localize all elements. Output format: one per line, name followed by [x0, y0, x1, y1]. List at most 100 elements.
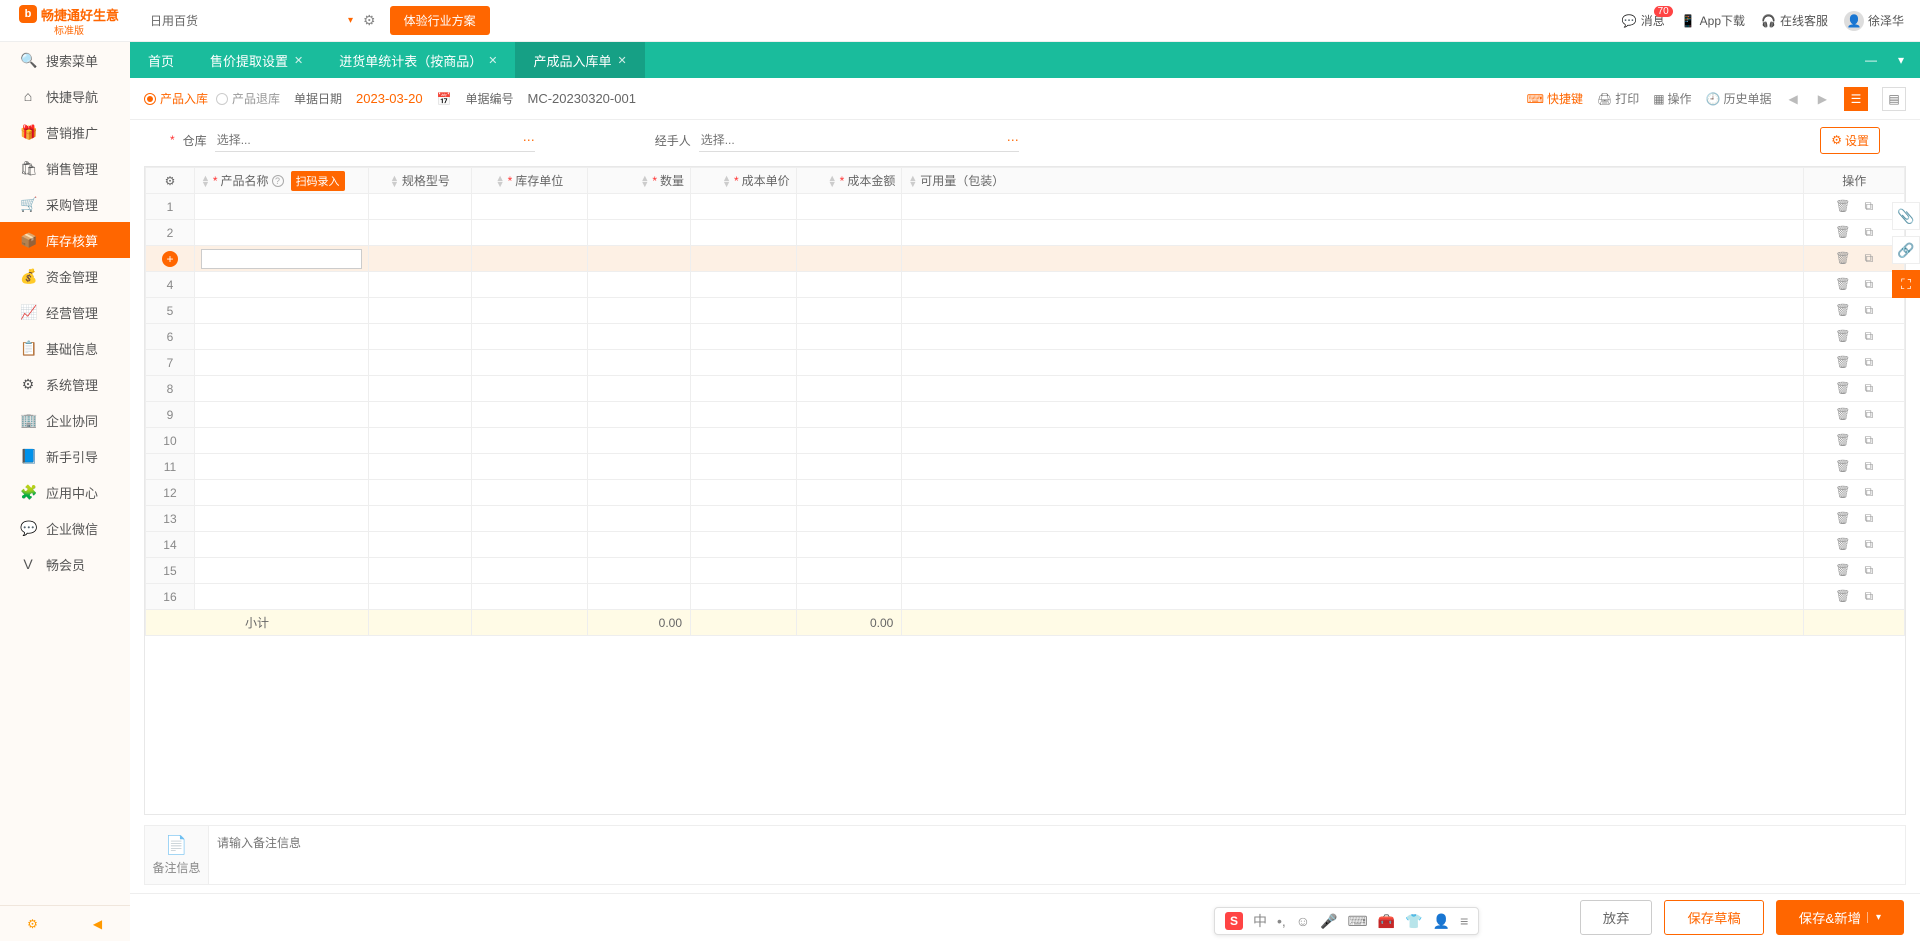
table-row[interactable]: 10🗑⧉ — [146, 428, 1905, 454]
sidebar-item-2[interactable]: 🎁营销推广 — [0, 114, 130, 150]
table-row[interactable]: + 🗑 ⧉ — [146, 246, 1905, 272]
print-button[interactable]: 🖨 打印 — [1597, 90, 1639, 107]
col-spec[interactable]: ▲▼规格型号 — [368, 168, 471, 194]
copy-icon[interactable]: ⧉ — [1865, 199, 1874, 214]
sidebar-item-0[interactable]: 🔍搜索菜单 — [0, 42, 130, 78]
industry-selector[interactable]: 日用百货 ▾ — [150, 12, 353, 29]
delete-icon[interactable]: 🗑 — [1835, 485, 1850, 500]
col-amount[interactable]: ▲▼*成本金额 — [796, 168, 902, 194]
rail-expand-button[interactable]: ⛶ — [1892, 270, 1920, 298]
tabs-more-button[interactable]: ▾ — [1888, 47, 1914, 73]
rail-link-button[interactable]: 🔗 — [1892, 236, 1920, 264]
add-row-button[interactable]: + — [162, 251, 178, 267]
ime-menu-icon[interactable]: ≡ — [1460, 913, 1468, 929]
messages-button[interactable]: 💬 消息 70 — [1622, 12, 1665, 29]
ime-punct-icon[interactable]: •, — [1277, 913, 1286, 929]
sidebar-item-12[interactable]: 🧩应用中心 — [0, 474, 130, 510]
hotkey-button[interactable]: ⌨ 快捷键 — [1527, 90, 1583, 107]
sidebar-item-8[interactable]: 📋基础信息 — [0, 330, 130, 366]
sidebar-item-3[interactable]: 🛍销售管理 — [0, 150, 130, 186]
sidebar-item-13[interactable]: 💬企业微信 — [0, 510, 130, 546]
ime-skin-icon[interactable]: 👕 — [1405, 913, 1422, 930]
delete-icon[interactable]: 🗑 — [1835, 381, 1850, 396]
tab-0[interactable]: 首页 — [130, 42, 192, 78]
table-row[interactable]: 2🗑⧉ — [146, 220, 1905, 246]
delete-icon[interactable]: 🗑 — [1835, 355, 1850, 370]
ime-emoji-icon[interactable]: ☺ — [1296, 913, 1310, 929]
tab-1[interactable]: 售价提取设置✕ — [192, 42, 321, 78]
close-icon[interactable]: ✕ — [294, 54, 303, 67]
sidebar-collapse-button[interactable]: ◀ — [65, 906, 130, 941]
sidebar-item-6[interactable]: 💰资金管理 — [0, 258, 130, 294]
rail-attach-button[interactable]: 📎 — [1892, 202, 1920, 230]
save-draft-button[interactable]: 保存草稿 — [1664, 900, 1763, 935]
close-icon[interactable]: ✕ — [618, 54, 627, 67]
copy-icon[interactable]: ⧉ — [1865, 277, 1874, 292]
copy-icon[interactable]: ⧉ — [1865, 251, 1874, 266]
table-row[interactable]: 4🗑⧉ — [146, 272, 1905, 298]
sidebar-item-5[interactable]: 📦库存核算 — [0, 222, 130, 258]
ime-tools-icon[interactable]: 🧰 — [1378, 913, 1395, 930]
remarks-input[interactable] — [209, 826, 1905, 884]
try-industry-button[interactable]: 体验行业方案 — [390, 6, 490, 35]
delete-icon[interactable]: 🗑 — [1835, 199, 1850, 214]
product-input[interactable] — [201, 249, 362, 269]
delete-icon[interactable]: 🗑 — [1835, 537, 1850, 552]
copy-icon[interactable]: ⧉ — [1865, 511, 1874, 526]
history-button[interactable]: 🕘 历史单据 — [1706, 90, 1772, 107]
handler-select[interactable] — [699, 129, 1019, 152]
copy-icon[interactable]: ⧉ — [1865, 303, 1874, 318]
col-config[interactable]: ⚙ — [146, 168, 195, 194]
table-row[interactable]: 9🗑⧉ — [146, 402, 1905, 428]
sidebar-settings-button[interactable]: ⚙ — [0, 906, 65, 941]
warehouse-select[interactable] — [215, 129, 535, 152]
table-row[interactable]: 11🗑⧉ — [146, 454, 1905, 480]
table-row[interactable]: 8🗑⧉ — [146, 376, 1905, 402]
help-icon[interactable]: ? — [272, 175, 284, 187]
sidebar-item-10[interactable]: 🏢企业协同 — [0, 402, 130, 438]
doc-date-value[interactable]: 2023-03-20 — [356, 91, 423, 106]
tab-2[interactable]: 进货单统计表（按商品）✕ — [321, 42, 515, 78]
ime-toolbar[interactable]: S 中 •, ☺ 🎤 ⌨ 🧰 👕 👤 ≡ — [1214, 907, 1479, 935]
col-qty[interactable]: ▲▼*数量 — [587, 168, 690, 194]
ime-keyboard-icon[interactable]: ⌨ — [1348, 913, 1368, 930]
operate-button[interactable]: ▦ 操作 — [1653, 90, 1691, 107]
col-available[interactable]: ▲▼可用量（包装） — [902, 168, 1804, 194]
delete-icon[interactable]: 🗑 — [1835, 329, 1850, 344]
app-download-button[interactable]: 📱 App下载 — [1681, 12, 1745, 29]
delete-icon[interactable]: 🗑 — [1835, 589, 1850, 604]
col-unit[interactable]: ▲▼*库存单位 — [471, 168, 587, 194]
table-row[interactable]: 1🗑⧉ — [146, 194, 1905, 220]
ime-lang[interactable]: 中 — [1253, 911, 1267, 931]
copy-icon[interactable]: ⧉ — [1865, 381, 1874, 396]
delete-icon[interactable]: 🗑 — [1835, 563, 1850, 578]
online-service-button[interactable]: 🎧 在线客服 — [1761, 12, 1828, 29]
ime-mic-icon[interactable]: 🎤 — [1320, 913, 1337, 930]
col-product[interactable]: ▲▼ * 产品名称 ? 扫码录入 — [194, 168, 368, 194]
copy-icon[interactable]: ⧉ — [1865, 459, 1874, 474]
tab-3[interactable]: 产成品入库单✕ — [515, 42, 644, 78]
table-row[interactable]: 7🗑⧉ — [146, 350, 1905, 376]
tabs-minimize-button[interactable]: — — [1858, 47, 1884, 73]
copy-icon[interactable]: ⧉ — [1865, 485, 1874, 500]
radio-product-out[interactable]: 产品退库 — [216, 90, 280, 107]
copy-icon[interactable]: ⧉ — [1865, 355, 1874, 370]
delete-icon[interactable]: 🗑 — [1835, 251, 1850, 266]
copy-icon[interactable]: ⧉ — [1865, 407, 1874, 422]
table-row[interactable]: 5🗑⧉ — [146, 298, 1905, 324]
table-row[interactable]: 12🗑⧉ — [146, 480, 1905, 506]
sidebar-item-11[interactable]: 📘新手引导 — [0, 438, 130, 474]
col-price[interactable]: ▲▼*成本单价 — [691, 168, 797, 194]
delete-icon[interactable]: 🗑 — [1835, 277, 1850, 292]
close-icon[interactable]: ✕ — [488, 54, 497, 67]
copy-icon[interactable]: ⧉ — [1865, 537, 1874, 552]
copy-icon[interactable]: ⧉ — [1865, 329, 1874, 344]
save-new-button[interactable]: 保存&新增 ▾ — [1776, 900, 1904, 935]
view-card-button[interactable]: ▤ — [1882, 87, 1906, 111]
next-doc-button[interactable]: ▶ — [1815, 92, 1830, 106]
ime-user-icon[interactable]: 👤 — [1433, 913, 1450, 930]
copy-icon[interactable]: ⧉ — [1865, 589, 1874, 604]
table-row[interactable]: 15🗑⧉ — [146, 558, 1905, 584]
gear-icon[interactable]: ⚙ — [363, 12, 376, 29]
sidebar-item-1[interactable]: ⌂快捷导航 — [0, 78, 130, 114]
